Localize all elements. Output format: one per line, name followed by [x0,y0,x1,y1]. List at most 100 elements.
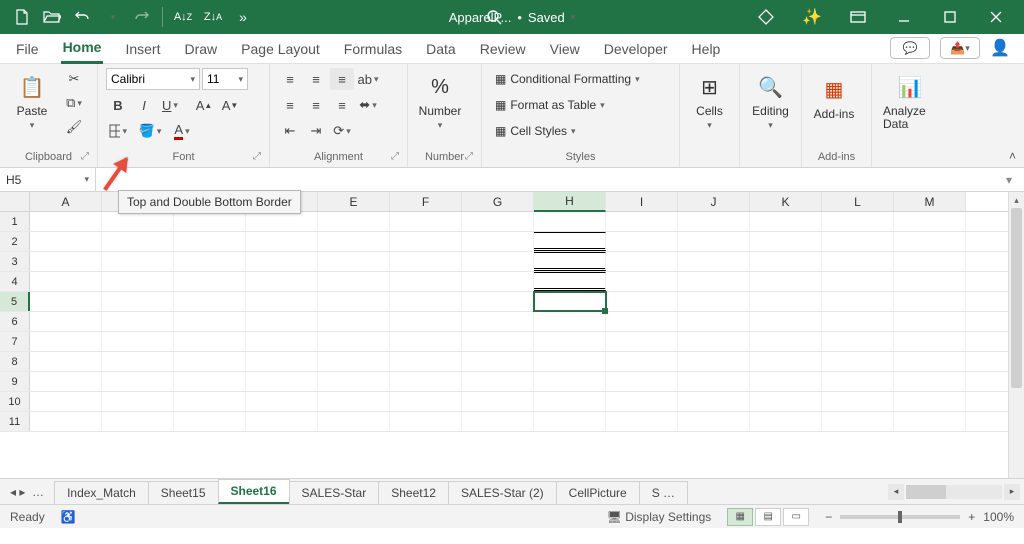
cell-D10[interactable] [246,392,318,411]
title-dropdown-icon[interactable]: ▾ [571,12,576,23]
cell-E1[interactable] [318,212,390,231]
cell-J5[interactable] [678,292,750,311]
cell-I7[interactable] [606,332,678,351]
cell-A8[interactable] [30,352,102,371]
cell-I9[interactable] [606,372,678,391]
cell-D9[interactable] [246,372,318,391]
cell-L9[interactable] [822,372,894,391]
wrap-text-button[interactable]: ab [356,68,380,90]
sheet-tab-s-[interactable]: S … [639,481,688,504]
number-launcher-icon[interactable]: ⤢ [465,149,473,165]
cell-C7[interactable] [174,332,246,351]
share-button[interactable]: 📤 ▾ [940,37,980,59]
expand-formula-icon[interactable]: ▾ [1000,173,1018,187]
cell-A1[interactable] [30,212,102,231]
cell-G9[interactable] [462,372,534,391]
cell-M3[interactable] [894,252,966,271]
cell-M5[interactable] [894,292,966,311]
cell-C11[interactable] [174,412,246,431]
cell-J2[interactable] [678,232,750,251]
cell-F11[interactable] [390,412,462,431]
tab-data[interactable]: Data [424,37,458,63]
decrease-indent-icon[interactable]: ⇤ [278,120,302,142]
cell-B9[interactable] [102,372,174,391]
cell-G3[interactable] [462,252,534,271]
row-header-3[interactable]: 3 [0,252,30,271]
cell-G5[interactable] [462,292,534,311]
cell-K8[interactable] [750,352,822,371]
analyze-data-button[interactable]: 📊Analyze Data [880,68,940,134]
cell-D4[interactable] [246,272,318,291]
row-header-6[interactable]: 6 [0,312,30,331]
editing-button[interactable]: 🔍Editing▾ [748,68,793,134]
row-header-7[interactable]: 7 [0,332,30,351]
addins-button[interactable]: ▦Add-ins [810,68,858,134]
row-header-10[interactable]: 10 [0,392,30,411]
cell-C6[interactable] [174,312,246,331]
cell-J1[interactable] [678,212,750,231]
formula-input[interactable]: ▾ [96,168,1024,191]
cell-L4[interactable] [822,272,894,291]
cell-G10[interactable] [462,392,534,411]
cell-A4[interactable] [30,272,102,291]
format-painter-icon[interactable]: 🖌 [62,116,86,138]
cell-K11[interactable] [750,412,822,431]
name-box[interactable]: H5▾ [0,168,96,191]
cell-A6[interactable] [30,312,102,331]
cell-C1[interactable] [174,212,246,231]
open-file-icon[interactable] [38,3,66,31]
cell-M8[interactable] [894,352,966,371]
align-middle-icon[interactable]: ≡ [304,68,328,90]
cell-C4[interactable] [174,272,246,291]
cell-F5[interactable] [390,292,462,311]
comments-button[interactable]: 💬 [890,37,930,59]
row-header-5[interactable]: 5 [0,292,30,311]
qat-more-icon[interactable]: » [229,3,257,31]
wand-icon[interactable]: ✨ [790,3,834,31]
cell-D2[interactable] [246,232,318,251]
cell-A3[interactable] [30,252,102,271]
cell-D1[interactable] [246,212,318,231]
cell-B1[interactable] [102,212,174,231]
cell-E6[interactable] [318,312,390,331]
font-launcher-icon[interactable]: ⤢ [253,149,261,165]
align-top-icon[interactable]: ≡ [278,68,302,90]
cell-E9[interactable] [318,372,390,391]
cell-H11[interactable] [534,412,606,431]
col-header-E[interactable]: E [318,192,390,211]
cell-A5[interactable] [30,292,102,311]
cell-B6[interactable] [102,312,174,331]
cell-H3[interactable] [534,252,606,271]
row-header-8[interactable]: 8 [0,352,30,371]
cell-M7[interactable] [894,332,966,351]
cell-A11[interactable] [30,412,102,431]
redo-icon[interactable] [128,3,156,31]
cell-K3[interactable] [750,252,822,271]
col-header-L[interactable]: L [822,192,894,211]
cell-J6[interactable] [678,312,750,331]
cell-M1[interactable] [894,212,966,231]
cell-C10[interactable] [174,392,246,411]
cell-F4[interactable] [390,272,462,291]
col-header-H[interactable]: H [534,192,606,212]
cell-H9[interactable] [534,372,606,391]
cell-K5[interactable] [750,292,822,311]
sheet-tab-sheet16[interactable]: Sheet16 [218,479,290,504]
cell-A7[interactable] [30,332,102,351]
cell-E7[interactable] [318,332,390,351]
zoom-slider[interactable] [840,515,960,519]
col-header-M[interactable]: M [894,192,966,211]
cell-M2[interactable] [894,232,966,251]
undo-icon[interactable] [68,3,96,31]
cell-L8[interactable] [822,352,894,371]
cell-E11[interactable] [318,412,390,431]
close-button[interactable] [974,3,1018,31]
tab-home[interactable]: Home [61,35,104,64]
col-header-K[interactable]: K [750,192,822,211]
col-header-I[interactable]: I [606,192,678,211]
search-icon[interactable] [480,3,508,31]
cell-H10[interactable] [534,392,606,411]
cell-D11[interactable] [246,412,318,431]
tab-file[interactable]: File [14,37,41,63]
cell-G4[interactable] [462,272,534,291]
